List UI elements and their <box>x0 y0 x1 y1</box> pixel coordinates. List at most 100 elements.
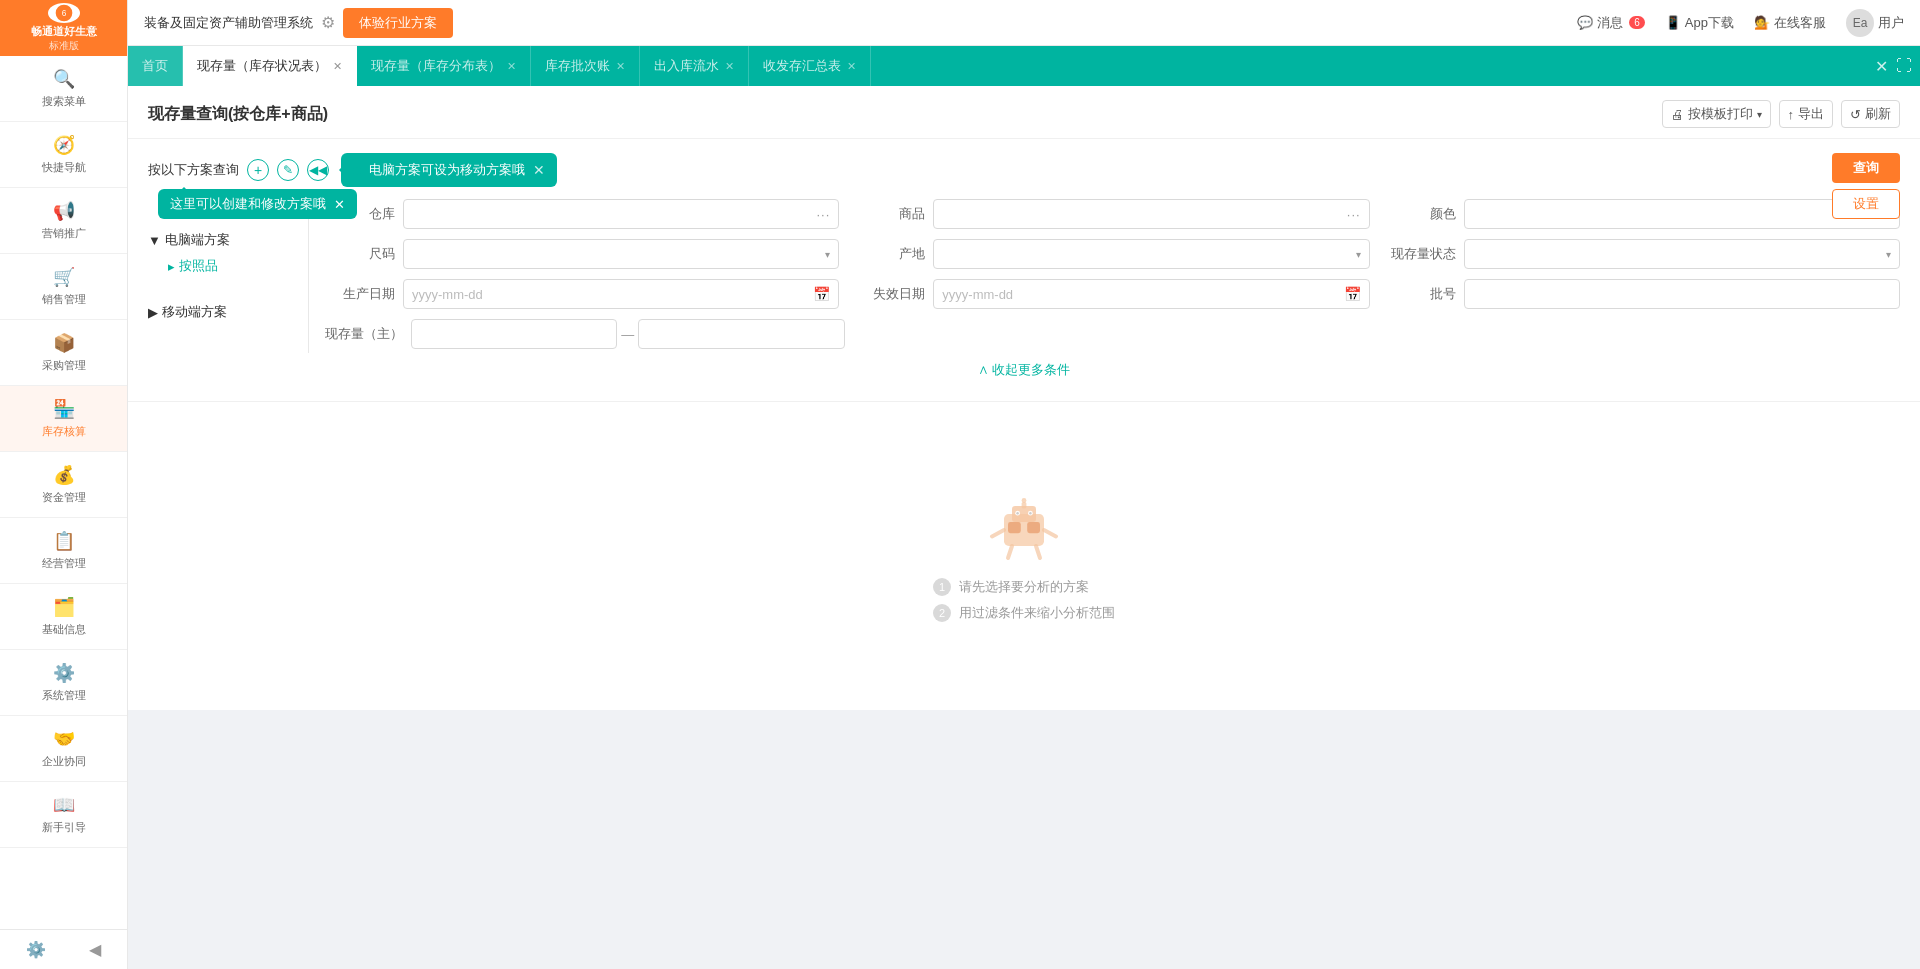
tab-inventory-dist[interactable]: 现存量（库存分布表） ✕ <box>357 46 531 86</box>
main-area: 装备及固定资产辅助管理系统 ⚙ 体验行业方案 💬 消息 6 📱 App下载 💁 … <box>128 0 1920 969</box>
sales-icon: 🛒 <box>53 266 75 288</box>
tab-close-batch[interactable]: ✕ <box>616 60 625 73</box>
origin-select[interactable]: ▾ <box>933 239 1369 269</box>
sidebar-collapse-btn[interactable]: ◀ <box>89 940 101 959</box>
tab-close-recv[interactable]: ✕ <box>847 60 856 73</box>
tab-inventory-status[interactable]: 现存量（库存状况表） ✕ <box>183 46 357 86</box>
step-num-1: 1 <box>933 578 951 596</box>
tab-close-inventory-dist[interactable]: ✕ <box>507 60 516 73</box>
sidebar-item-basic[interactable]: 🗂️ 基础信息 <box>0 584 127 650</box>
sidebar-item-label: 销售管理 <box>42 292 86 307</box>
notice-btn[interactable]: 💬 消息 6 <box>1577 14 1645 32</box>
size-select[interactable]: ▾ <box>403 239 839 269</box>
filter-collapse-btn[interactable]: ∧ 收起更多条件 <box>148 353 1900 387</box>
tooltip1-close-btn[interactable]: ✕ <box>533 162 545 178</box>
user-area[interactable]: Ea 用户 <box>1846 9 1904 37</box>
exp-date-input[interactable]: yyyy-mm-dd 📅 <box>933 279 1369 309</box>
empty-steps: 1 请先选择要分析的方案 2 用过滤条件来缩小分析范围 <box>933 578 1115 630</box>
tab-inventory-status-label: 现存量（库存状况表） <box>197 57 327 75</box>
sidebar-item-ops[interactable]: 📋 经营管理 <box>0 518 127 584</box>
tab-recv[interactable]: 收发存汇总表 ✕ <box>749 46 871 86</box>
sidebar-item-label: 营销推广 <box>42 226 86 241</box>
page-actions: 🖨 按模板打印 ▾ ↑ 导出 ↺ 刷新 <box>1662 100 1901 128</box>
plan-tree-panel: 这里可以创建和修改方案哦 ✕ ▼ 电脑端方案 ▸ <box>148 199 308 353</box>
stock-qty-min-input[interactable] <box>411 319 617 349</box>
inventory-icon: 🏪 <box>53 398 75 420</box>
mobile-plan-node[interactable]: ▶ 移动端方案 <box>148 299 308 325</box>
filter-row-3: 生产日期 yyyy-mm-dd 📅 失效日期 yyyy-mm-dd <box>325 279 1900 309</box>
sidebar-item-system[interactable]: ⚙️ 系统管理 <box>0 650 127 716</box>
online-service-btn[interactable]: 💁 在线客服 <box>1754 14 1826 32</box>
tab-fullscreen-btn[interactable]: ⛶ <box>1896 57 1912 75</box>
query-btn[interactable]: 查询 <box>1832 153 1900 183</box>
export-icon: ↑ <box>1788 107 1795 122</box>
sidebar-item-nav[interactable]: 🧭 快捷导航 <box>0 122 127 188</box>
mfg-date-label: 生产日期 <box>325 285 395 303</box>
mfg-date-field: 生产日期 yyyy-mm-dd 📅 <box>325 279 839 309</box>
reset-btn[interactable]: 设置 <box>1832 189 1900 219</box>
query-btns: 查询 设置 <box>1832 153 1900 219</box>
system-icon: ⚙️ <box>53 662 75 684</box>
gear-icon[interactable]: ⚙ <box>321 13 335 32</box>
tooltip2: 这里可以创建和修改方案哦 ✕ <box>158 189 357 219</box>
plan-tree: ▼ 电脑端方案 ▸ 按照品 ▶ <box>148 227 308 325</box>
sidebar-item-guide[interactable]: 📖 新手引导 <box>0 782 127 848</box>
sidebar-item-sales[interactable]: 🛒 销售管理 <box>0 254 127 320</box>
trial-btn[interactable]: 体验行业方案 <box>343 8 453 38</box>
desktop-plan-child-1[interactable]: ▸ 按照品 <box>168 253 308 279</box>
stock-status-select[interactable]: ▾ <box>1464 239 1900 269</box>
sidebar-bottom: ⚙️ ◀ <box>0 929 127 969</box>
warehouse-select[interactable]: ··· <box>403 199 839 229</box>
sidebar-settings-btn[interactable]: ⚙️ <box>26 940 46 959</box>
empty-illustration <box>984 482 1064 562</box>
sidebar-item-label: 基础信息 <box>42 622 86 637</box>
refresh-btn[interactable]: ↺ 刷新 <box>1841 100 1900 128</box>
stock-status-arrow-icon: ▾ <box>1886 249 1891 260</box>
sidebar-item-inventory[interactable]: 🏪 库存核算 <box>0 386 127 452</box>
logo-icon: 6 <box>48 3 80 23</box>
desktop-plan-node[interactable]: ▼ 电脑端方案 <box>148 227 308 253</box>
goods-label: 商品 <box>855 205 925 223</box>
sidebar-item-purchase[interactable]: 📦 采购管理 <box>0 320 127 386</box>
color-label: 颜色 <box>1386 205 1456 223</box>
batch-field: 批号 <box>1386 279 1900 309</box>
sidebar-item-finance[interactable]: 💰 资金管理 <box>0 452 127 518</box>
mobile-plan-arrow: ▶ <box>148 305 158 320</box>
stock-qty-sep: — <box>621 327 634 342</box>
print-btn[interactable]: 🖨 按模板打印 ▾ <box>1662 100 1771 128</box>
stock-qty-max-input[interactable] <box>638 319 844 349</box>
nav-icon: 🧭 <box>53 134 75 156</box>
search-icon: 🔍 <box>53 68 75 90</box>
tab-home[interactable]: 首页 <box>128 46 183 86</box>
goods-select[interactable]: ··· <box>933 199 1369 229</box>
mfg-date-input[interactable]: yyyy-mm-dd 📅 <box>403 279 839 309</box>
svg-rect-3 <box>1008 522 1021 533</box>
tooltip2-text: 这里可以创建和修改方案哦 <box>170 195 326 213</box>
tooltip1-text: 电脑方案可设为移动方案哦 <box>369 161 525 179</box>
sidebar-item-label: 库存核算 <box>42 424 86 439</box>
size-label: 尺码 <box>325 245 395 263</box>
batch-input[interactable] <box>1464 279 1900 309</box>
empty-step-1-text: 请先选择要分析的方案 <box>959 578 1089 596</box>
back-btn[interactable]: ◀◀ <box>307 159 329 181</box>
refresh-icon: ↺ <box>1850 107 1861 122</box>
tab-close-inventory-status[interactable]: ✕ <box>333 60 342 73</box>
page-title: 现存量查询(按仓库+商品) <box>148 104 328 125</box>
tooltip2-close-btn[interactable]: ✕ <box>334 197 345 212</box>
edit-plan-btn[interactable]: ✎ <box>277 159 299 181</box>
empty-step-1: 1 请先选择要分析的方案 <box>933 578 1115 596</box>
tabbar: 首页 现存量（库存状况表） ✕ 现存量（库存分布表） ✕ 库存批次账 ✕ 出入库… <box>128 46 1920 86</box>
add-plan-btn[interactable]: + <box>247 159 269 181</box>
collapse-label: 收起更多条件 <box>992 362 1070 377</box>
export-btn[interactable]: ↑ 导出 <box>1779 100 1834 128</box>
stock-qty-label: 现存量（主） <box>325 325 403 343</box>
tab-inout[interactable]: 出入库流水 ✕ <box>640 46 749 86</box>
app-download-btn[interactable]: 📱 App下载 <box>1665 14 1734 32</box>
tab-batch[interactable]: 库存批次账 ✕ <box>531 46 640 86</box>
purchase-icon: 📦 <box>53 332 75 354</box>
sidebar-item-corp[interactable]: 🤝 企业协同 <box>0 716 127 782</box>
tab-close-inout[interactable]: ✕ <box>725 60 734 73</box>
sidebar-item-search[interactable]: 🔍 搜索菜单 <box>0 56 127 122</box>
tab-close-all-btn[interactable]: ✕ <box>1875 57 1888 76</box>
sidebar-item-marketing[interactable]: 📢 营销推广 <box>0 188 127 254</box>
